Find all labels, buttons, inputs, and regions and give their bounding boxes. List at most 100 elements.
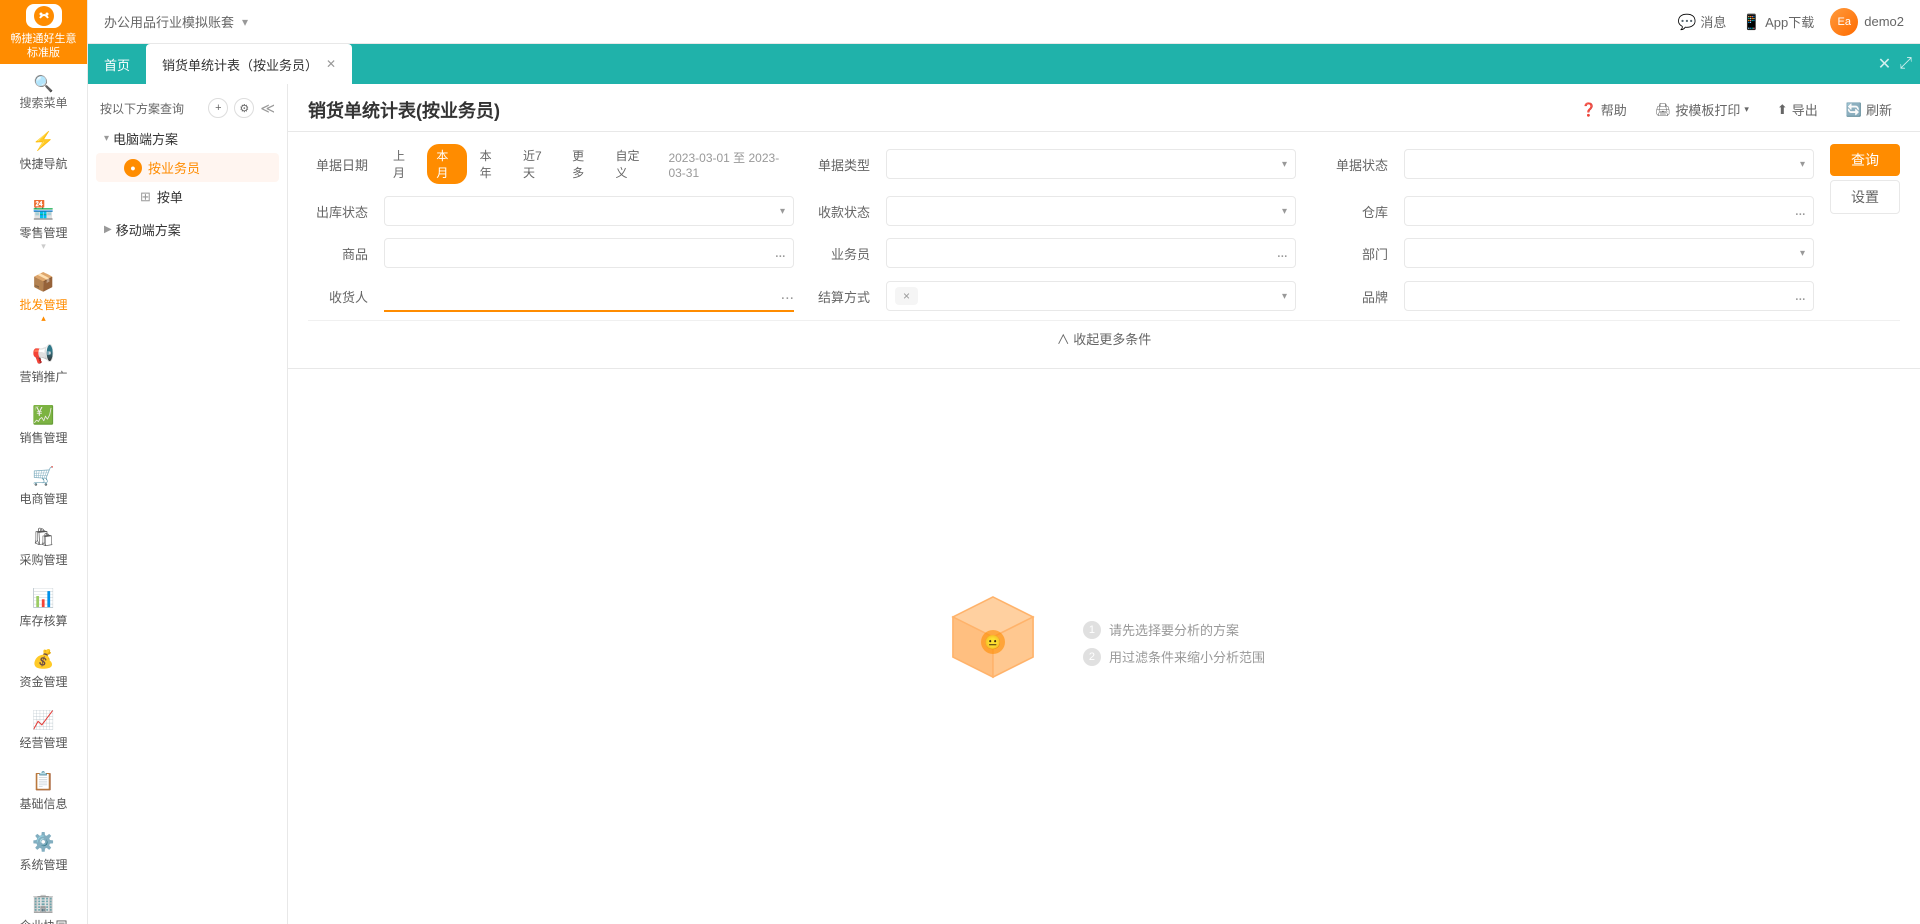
collapse-panel-button[interactable]: ≪	[260, 100, 275, 117]
out-status-select[interactable]: ▾	[384, 196, 794, 226]
sidebar-item-wholesale[interactable]: 📦 批发管理 ▴	[0, 262, 87, 334]
tree-child-byorder[interactable]: ⊞ 按单	[96, 182, 279, 211]
add-scheme-button[interactable]: +	[208, 98, 228, 118]
date-this-month[interactable]: 本月	[427, 144, 466, 184]
sidebar-item-finance[interactable]: 💰 资金管理	[0, 639, 87, 700]
product-control: ...	[384, 238, 794, 268]
salesperson-select[interactable]: ...	[886, 238, 1296, 268]
date-last-month[interactable]: 上月	[384, 144, 423, 184]
top-header-right: 💬 消息 📱 App下载 Ea demo2	[1678, 8, 1904, 36]
sidebar-item-marketing[interactable]: 📢 营销推广	[0, 334, 87, 395]
settlement-remove-icon[interactable]: ×	[903, 289, 910, 303]
settlement-select[interactable]: × ▾	[886, 281, 1296, 311]
warehouse-control: ...	[1404, 196, 1814, 226]
doc-type-label: 单据类型	[810, 155, 870, 174]
collapse-more-button[interactable]: ∧ 收起更多条件	[308, 320, 1900, 356]
sidebar-item-ecommerce[interactable]: 🛒 电商管理	[0, 456, 87, 517]
step2-num: 2	[1083, 648, 1101, 666]
sidebar-item-sales[interactable]: 💹 销售管理	[0, 395, 87, 456]
breadcrumb-arrow[interactable]: ▾	[242, 15, 248, 29]
tree-mobile[interactable]: ▶ 移动端方案	[96, 215, 279, 244]
tree-desktop[interactable]: ▾ 电脑端方案	[96, 124, 279, 153]
tree-arrow-icon: ▾	[104, 133, 109, 144]
enterprise-icon: 🏢	[32, 893, 54, 914]
doc-status-select[interactable]: ▾	[1404, 149, 1814, 179]
sidebar-item-retail[interactable]: 🏪 零售管理 ▾	[0, 190, 87, 262]
sidebar-item-system[interactable]: ⚙️ 系统管理	[0, 822, 87, 883]
salesperson-label: 业务员	[810, 244, 870, 263]
dept-select[interactable]: ▾	[1404, 238, 1814, 268]
product-select[interactable]: ...	[384, 238, 794, 268]
brand-select[interactable]: ...	[1404, 281, 1814, 311]
print-arrow-icon: ▾	[1744, 104, 1749, 115]
active-scheme-icon: ●	[124, 159, 142, 177]
app-download-action[interactable]: 📱 App下载	[1742, 12, 1814, 31]
sidebar-item-operations[interactable]: 📈 经营管理	[0, 700, 87, 761]
sidebar-item-basic[interactable]: 📋 基础信息	[0, 761, 87, 822]
marketing-icon: 📢	[32, 344, 54, 365]
settings-scheme-button[interactable]: ⚙	[234, 98, 254, 118]
receiver-input[interactable]	[384, 280, 777, 310]
out-status-arrow-icon: ▾	[780, 206, 785, 217]
settlement-control: × ▾	[886, 281, 1296, 311]
empty-icon: 😐	[943, 587, 1043, 687]
doc-type-control: ▾	[886, 149, 1296, 179]
export-button[interactable]: ⬆ 导出	[1769, 96, 1826, 123]
sidebar-item-inventory[interactable]: 📊 库存核算	[0, 578, 87, 639]
user-profile[interactable]: Ea demo2	[1830, 8, 1904, 36]
dept-label: 部门	[1328, 244, 1388, 263]
date-custom[interactable]: 自定义	[606, 144, 656, 184]
date-last7[interactable]: 近7天	[514, 144, 559, 184]
empty-step-2: 2 用过滤条件来缩小分析范围	[1083, 647, 1265, 666]
tab-close-icon[interactable]: ✕	[326, 57, 336, 71]
content-area: 按以下方案查询 + ⚙ ≪ ▾ 电脑端方案 ● 按业务员 ⊞ 按单	[88, 84, 1920, 924]
search-menu-item[interactable]: 🔍 搜索菜单	[0, 64, 87, 121]
date-range: 2023-03-01 至 2023-03-31	[668, 149, 794, 180]
empty-steps: 1 请先选择要分析的方案 2 用过滤条件来缩小分析范围	[1083, 620, 1265, 674]
left-panel-title: 按以下方案查询	[100, 100, 184, 117]
dept-control: ▾	[1404, 238, 1814, 268]
filter-row-2: 出库状态 ▾ 收款状态 ▾	[308, 196, 1814, 226]
settlement-arrow-icon: ▾	[1282, 291, 1287, 302]
system-icon: ⚙️	[32, 832, 54, 853]
filter-row-3: 商品 ... 业务员 ...	[308, 238, 1814, 268]
date-this-year[interactable]: 本年	[471, 144, 510, 184]
date-more[interactable]: 更多	[563, 144, 602, 184]
settlement-tag: ×	[895, 287, 918, 305]
page-title: 销货单统计表(按业务员)	[308, 97, 500, 123]
warehouse-label: 仓库	[1328, 202, 1388, 221]
tab-home[interactable]: 首页	[88, 44, 146, 84]
help-button[interactable]: ❓ 帮助	[1573, 96, 1635, 123]
breadcrumb-title: 办公用品行业模拟账套	[104, 12, 234, 31]
filter-area: 单据日期 上月 本月 本年 近7天 更多 自定义 2023-03-01 至 20…	[288, 132, 1920, 369]
sidebar-item-quicknav[interactable]: ⚡ 快捷导航	[0, 121, 87, 182]
payment-status-select[interactable]: ▾	[886, 196, 1296, 226]
top-header-left: 办公用品行业模拟账套 ▾	[104, 12, 248, 31]
salesperson-dots-icon: ...	[1277, 244, 1287, 262]
doc-type-select[interactable]: ▾	[886, 149, 1296, 179]
right-panel: 销货单统计表(按业务员) ❓ 帮助 🖨 按模板打印 ▾ ⬆ 导出	[288, 84, 1920, 924]
sidebar-item-enterprise[interactable]: 🏢 企业协同	[0, 883, 87, 924]
tree-arrow-closed-icon: ▶	[104, 224, 112, 235]
tab-maximize-icon[interactable]: ⤢	[1899, 55, 1912, 73]
empty-state: 😐 1 请先选择要分析的方案 2 用过滤条件来缩小分析范围	[288, 369, 1920, 924]
tree-child-salesperson[interactable]: ● 按业务员	[96, 153, 279, 182]
sidebar-item-purchase[interactable]: 🛍 采购管理	[0, 517, 87, 578]
tab-sales-stat[interactable]: 销货单统计表（按业务员） ✕	[146, 44, 352, 84]
receiver-dots-icon[interactable]: ...	[781, 286, 794, 304]
payment-status-control: ▾	[886, 196, 1296, 226]
sidebar: 畅捷通好生意 标准版 🔍 搜索菜单 ⚡ 快捷导航 🏪 零售管理 ▾ 📦 批发管理…	[0, 0, 88, 924]
message-icon: 💬	[1678, 13, 1697, 31]
receiver-label: 收货人	[308, 287, 368, 306]
message-action[interactable]: 💬 消息	[1678, 12, 1727, 31]
date-control: 上月 本月 本年 近7天 更多 自定义 2023-03-01 至 2023-03…	[384, 144, 794, 184]
doc-status-arrow-icon: ▾	[1800, 159, 1805, 170]
tab-close-all-icon[interactable]: ✕	[1878, 54, 1891, 74]
page-header: 销货单统计表(按业务员) ❓ 帮助 🖨 按模板打印 ▾ ⬆ 导出	[288, 84, 1920, 132]
template-print-button[interactable]: 🖨 按模板打印 ▾	[1647, 96, 1757, 123]
warehouse-select[interactable]: ...	[1404, 196, 1814, 226]
refresh-button[interactable]: 🔄 刷新	[1838, 96, 1900, 123]
sidebar-logo[interactable]: 畅捷通好生意 标准版	[0, 0, 87, 64]
settings-button[interactable]: 设置	[1830, 180, 1900, 214]
query-button[interactable]: 查询	[1830, 144, 1900, 176]
